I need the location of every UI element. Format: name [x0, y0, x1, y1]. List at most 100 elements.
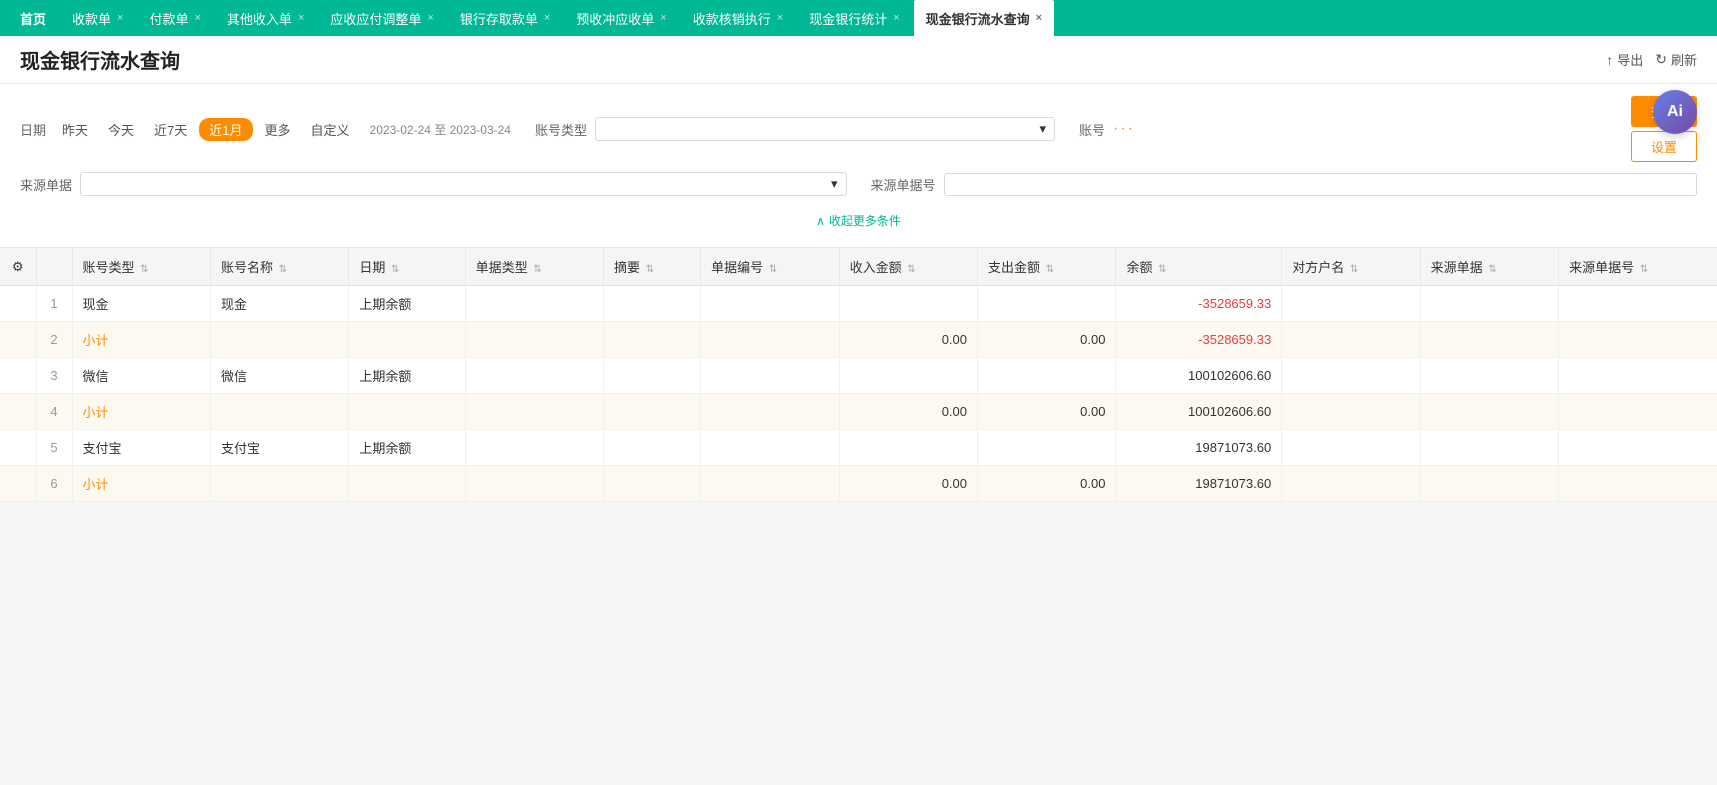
source-doc-label: 来源单据 [20, 175, 72, 194]
nav-item-close-icon[interactable]: × [893, 12, 899, 24]
table-cell: 19871073.60 [1116, 466, 1282, 502]
nav-item-close-icon[interactable]: × [117, 12, 123, 24]
table-row: 5支付宝支付宝上期余额19871073.60 [0, 430, 1717, 466]
col-expense[interactable]: 支出金额 ⇅ [978, 248, 1116, 286]
source-doc-no-input[interactable] [944, 173, 1697, 196]
table-cell: -3528659.33 [1116, 322, 1282, 358]
date-btn-today[interactable]: 今天 [100, 118, 142, 141]
date-label: 日期 [20, 120, 46, 139]
table-cell [1559, 286, 1717, 322]
nav-item-label: 首页 [20, 9, 46, 28]
date-btn-yesterday[interactable]: 昨天 [54, 118, 96, 141]
table-cell [465, 358, 603, 394]
table-cell [701, 466, 839, 502]
nav-item-adjustment[interactable]: 应收应付调整单 × [318, 0, 445, 36]
nav-item-receipt[interactable]: 收款单 × [60, 0, 135, 36]
table-row: 4小计0.000.00100102606.60 [0, 394, 1717, 430]
collapse-bar[interactable]: ∧ 收起更多条件 [20, 206, 1697, 235]
export-button[interactable]: ↑ 导出 [1606, 50, 1643, 69]
table-cell [1559, 430, 1717, 466]
table-cell: 0.00 [839, 466, 977, 502]
nav-item-label: 付款单 [149, 9, 188, 28]
nav-item-close-icon[interactable]: × [544, 12, 550, 24]
col-income[interactable]: 收入金额 ⇅ [839, 248, 977, 286]
ai-badge[interactable]: Ai [1653, 90, 1697, 134]
table-cell [1282, 430, 1420, 466]
header-actions: ↑ 导出 ↻ 刷新 [1606, 50, 1697, 69]
nav-item-writeoff[interactable]: 收款核销执行 × [681, 0, 795, 36]
table-cell [604, 394, 701, 430]
table-cell [0, 322, 36, 358]
nav-item-close-icon[interactable]: × [298, 12, 304, 24]
nav-item-label: 应收应付调整单 [330, 9, 421, 28]
account-dots-button[interactable]: ··· [1113, 120, 1135, 138]
col-date[interactable]: 日期 ⇅ [349, 248, 465, 286]
account-type-select[interactable]: ▾ [595, 117, 1055, 141]
account-label: 账号 [1079, 120, 1105, 139]
table-row: 6小计0.000.0019871073.60 [0, 466, 1717, 502]
col-account-name[interactable]: 账号名称 ⇅ [210, 248, 348, 286]
table-cell: 微信 [72, 358, 210, 394]
account-type-filter-group: 账号类型 ▾ [535, 117, 1055, 141]
nav-item-cash-flow[interactable]: 现金银行流水查询 × [914, 0, 1054, 36]
table-cell: 上期余额 [349, 358, 465, 394]
table-cell [1420, 358, 1558, 394]
date-options: 昨天 今天 近7天 近1月 更多 自定义 [54, 118, 358, 141]
nav-item-advance[interactable]: 预收冲应收单× [564, 0, 678, 36]
nav-item-label: 现金银行流水查询 [926, 9, 1030, 28]
filter-row-2: 来源单据 ▾ 来源单据号 [20, 172, 1697, 196]
nav-item-payment[interactable]: 付款单 × [137, 0, 212, 36]
nav-item-label: 收款单 [72, 9, 111, 28]
col-doc-type[interactable]: 单据类型 ⇅ [465, 248, 603, 286]
col-source-doc-no[interactable]: 来源单据号 ⇅ [1559, 248, 1717, 286]
table-cell: 小计 [72, 394, 210, 430]
source-doc-select[interactable]: ▾ [80, 172, 846, 196]
nav-item-close-icon[interactable]: × [194, 12, 200, 24]
table-cell [465, 430, 603, 466]
table-cell: 上期余额 [349, 286, 465, 322]
nav-item-close-icon[interactable]: × [660, 12, 666, 24]
table-cell: 上期余额 [349, 430, 465, 466]
table-cell [1559, 322, 1717, 358]
col-gear[interactable]: ⚙ [0, 248, 36, 286]
table-cell [349, 322, 465, 358]
col-summary[interactable]: 摘要 ⇅ [604, 248, 701, 286]
table-cell [978, 286, 1116, 322]
table-cell [1282, 358, 1420, 394]
date-btn-more[interactable]: 更多 [257, 118, 299, 141]
table-cell [839, 358, 977, 394]
table-cell [1282, 466, 1420, 502]
table-cell: 4 [36, 394, 72, 430]
nav-item-other-income[interactable]: 其他收入单× [215, 0, 316, 36]
nav-item-cash-stats[interactable]: 现金银行统计× [797, 0, 911, 36]
table-row: 3微信微信上期余额100102606.60 [0, 358, 1717, 394]
date-btn-custom[interactable]: 自定义 [303, 118, 358, 141]
table-cell [465, 466, 603, 502]
refresh-button[interactable]: ↻ 刷新 [1655, 50, 1697, 69]
nav-item-close-icon[interactable]: × [427, 12, 433, 24]
table-cell [1559, 394, 1717, 430]
col-source-doc[interactable]: 来源单据 ⇅ [1420, 248, 1558, 286]
date-btn-7days[interactable]: 近7天 [146, 118, 195, 141]
table-cell [349, 394, 465, 430]
col-account-type[interactable]: 账号类型 ⇅ [72, 248, 210, 286]
col-doc-no[interactable]: 单据编号 ⇅ [701, 248, 839, 286]
nav-item-home[interactable]: 首页 [8, 0, 58, 36]
top-navigation: 首页收款单×付款单×其他收入单×应收应付调整单×银行存取款单×预收冲应收单×收款… [0, 0, 1717, 36]
table-cell [210, 322, 348, 358]
table-cell: 现金 [210, 286, 348, 322]
table-cell [1420, 394, 1558, 430]
col-counterparty[interactable]: 对方户名 ⇅ [1282, 248, 1420, 286]
date-btn-1month[interactable]: 近1月 [199, 118, 252, 141]
nav-item-close-icon[interactable]: × [1036, 12, 1042, 24]
filter-row-1: 日期 昨天 今天 近7天 近1月 更多 自定义 2023-02-24 至 202… [20, 96, 1697, 162]
export-label: 导出 [1617, 50, 1643, 69]
table-cell [0, 286, 36, 322]
nav-item-label: 收款核销执行 [693, 9, 771, 28]
nav-item-close-icon[interactable]: × [777, 12, 783, 24]
settings-button[interactable]: 设置 [1631, 131, 1697, 162]
nav-item-bank-deposit[interactable]: 银行存取款单× [448, 0, 562, 36]
account-type-chevron: ▾ [1039, 121, 1046, 137]
col-balance[interactable]: 余额 ⇅ [1116, 248, 1282, 286]
table-cell: 小计 [72, 322, 210, 358]
